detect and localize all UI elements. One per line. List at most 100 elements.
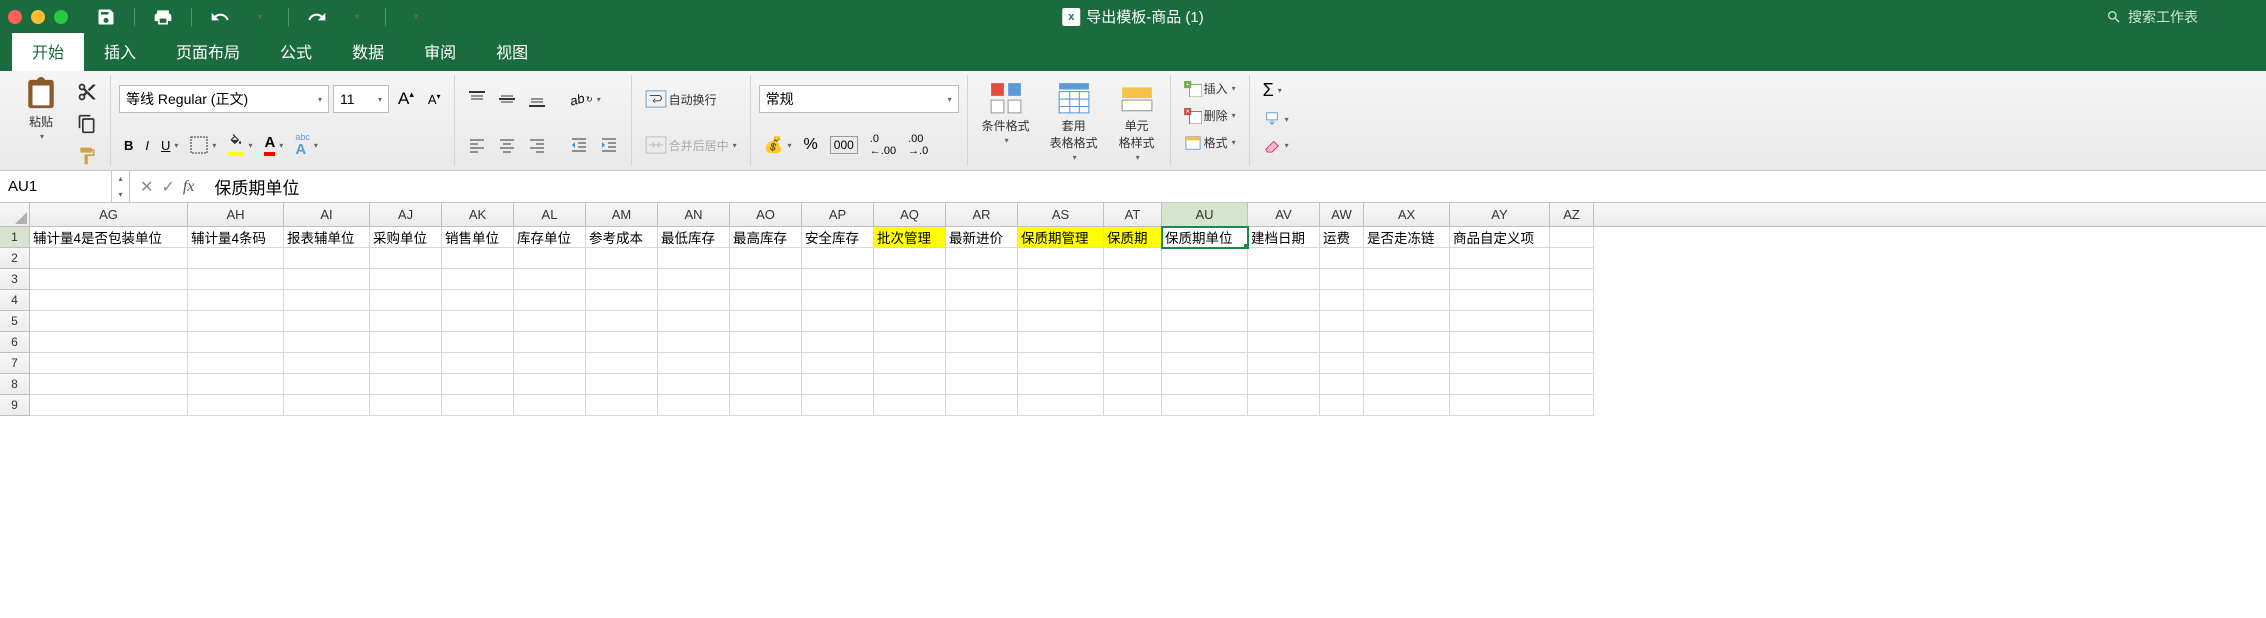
tab-审阅[interactable]: 审阅 (404, 31, 476, 71)
cell-AP1[interactable]: 安全库存 (802, 227, 874, 248)
cell-AZ3[interactable] (1550, 269, 1594, 290)
cell-AV2[interactable] (1248, 248, 1320, 269)
increase-decimal-button[interactable]: .0←.00 (865, 130, 901, 160)
cell-AL5[interactable] (514, 311, 586, 332)
cell-AG2[interactable] (30, 248, 188, 269)
column-header-AY[interactable]: AY (1450, 203, 1550, 226)
cell-AS3[interactable] (1018, 269, 1104, 290)
cell-AT7[interactable] (1104, 353, 1162, 374)
delete-cells-button[interactable]: ×删除▾ (1179, 104, 1241, 127)
enter-formula-button[interactable]: ✓ (161, 177, 174, 197)
decrease-indent-button[interactable] (565, 133, 593, 157)
cell-AU1[interactable]: 保质期单位 (1162, 227, 1248, 248)
cell-AL3[interactable] (514, 269, 586, 290)
cell-AQ7[interactable] (874, 353, 946, 374)
cell-AO3[interactable] (730, 269, 802, 290)
cell-AP4[interactable] (802, 290, 874, 311)
cell-AT8[interactable] (1104, 374, 1162, 395)
cell-AH4[interactable] (188, 290, 284, 311)
cell-AH6[interactable] (188, 332, 284, 353)
column-header-AJ[interactable]: AJ (370, 203, 442, 226)
cell-AN5[interactable] (658, 311, 730, 332)
cell-AG7[interactable] (30, 353, 188, 374)
cell-AU2[interactable] (1162, 248, 1248, 269)
column-header-AS[interactable]: AS (1018, 203, 1104, 226)
cell-AO1[interactable]: 最高库存 (730, 227, 802, 248)
cell-AX8[interactable] (1364, 374, 1450, 395)
number-format-combo[interactable]: 常规▾ (759, 85, 959, 113)
cell-AL6[interactable] (514, 332, 586, 353)
cell-AJ1[interactable]: 采购单位 (370, 227, 442, 248)
cell-AS7[interactable] (1018, 353, 1104, 374)
cell-AW5[interactable] (1320, 311, 1364, 332)
cell-AX2[interactable] (1364, 248, 1450, 269)
cell-AY8[interactable] (1450, 374, 1550, 395)
cell-AN2[interactable] (658, 248, 730, 269)
cell-AG8[interactable] (30, 374, 188, 395)
insert-cells-button[interactable]: +插入▾ (1179, 77, 1241, 100)
row-header-9[interactable]: 9 (0, 395, 30, 416)
tab-公式[interactable]: 公式 (260, 31, 332, 71)
fill-button[interactable]: ▾ (1258, 108, 1294, 130)
cell-AN8[interactable] (658, 374, 730, 395)
row-header-2[interactable]: 2 (0, 248, 30, 269)
cell-AR3[interactable] (946, 269, 1018, 290)
formula-input[interactable]: 保质期单位 (204, 171, 2266, 202)
cell-AW4[interactable] (1320, 290, 1364, 311)
cell-AQ2[interactable] (874, 248, 946, 269)
align-center-button[interactable] (493, 133, 521, 157)
cell-AP8[interactable] (802, 374, 874, 395)
cell-AZ5[interactable] (1550, 311, 1594, 332)
cell-AY7[interactable] (1450, 353, 1550, 374)
cell-AK6[interactable] (442, 332, 514, 353)
font-size-combo[interactable]: 11▾ (333, 85, 389, 113)
cell-AT1[interactable]: 保质期 (1104, 227, 1162, 248)
column-header-AK[interactable]: AK (442, 203, 514, 226)
cell-AX7[interactable] (1364, 353, 1450, 374)
cell-AI9[interactable] (284, 395, 370, 416)
cell-AL1[interactable]: 库存单位 (514, 227, 586, 248)
cell-AM4[interactable] (586, 290, 658, 311)
cell-AM7[interactable] (586, 353, 658, 374)
cell-AU5[interactable] (1162, 311, 1248, 332)
cell-AX9[interactable] (1364, 395, 1450, 416)
decrease-font-button[interactable]: A▾ (423, 89, 446, 110)
cell-AN6[interactable] (658, 332, 730, 353)
column-header-AI[interactable]: AI (284, 203, 370, 226)
cell-AG3[interactable] (30, 269, 188, 290)
cell-AW1[interactable]: 运费 (1320, 227, 1364, 248)
cell-AR2[interactable] (946, 248, 1018, 269)
cell-AH8[interactable] (188, 374, 284, 395)
row-header-4[interactable]: 4 (0, 290, 30, 311)
cell-AQ4[interactable] (874, 290, 946, 311)
cell-AO5[interactable] (730, 311, 802, 332)
cell-AW2[interactable] (1320, 248, 1364, 269)
fill-color-button[interactable]: ▾ (223, 131, 257, 159)
cell-AJ5[interactable] (370, 311, 442, 332)
cell-AI3[interactable] (284, 269, 370, 290)
cell-AU4[interactable] (1162, 290, 1248, 311)
cell-AY2[interactable] (1450, 248, 1550, 269)
cell-AU7[interactable] (1162, 353, 1248, 374)
format-as-table-button[interactable]: 套用 表格格式 ▾ (1044, 79, 1104, 164)
cell-AJ7[interactable] (370, 353, 442, 374)
cell-AL9[interactable] (514, 395, 586, 416)
italic-button[interactable]: I (140, 135, 154, 156)
cell-AN3[interactable] (658, 269, 730, 290)
cell-AN4[interactable] (658, 290, 730, 311)
cell-AR4[interactable] (946, 290, 1018, 311)
cell-AK8[interactable] (442, 374, 514, 395)
increase-font-button[interactable]: A▴ (393, 86, 419, 112)
qat-customize-icon[interactable]: ▾ (406, 7, 426, 27)
percent-button[interactable]: % (799, 133, 823, 157)
cell-AL7[interactable] (514, 353, 586, 374)
copy-button[interactable] (72, 111, 102, 137)
cell-AY5[interactable] (1450, 311, 1550, 332)
align-middle-button[interactable] (493, 87, 521, 111)
cell-AG1[interactable]: 辅计量4是否包装单位 (30, 227, 188, 248)
cell-styles-button[interactable]: 单元 格样式 ▾ (1112, 79, 1162, 164)
column-header-AH[interactable]: AH (188, 203, 284, 226)
cell-AS2[interactable] (1018, 248, 1104, 269)
row-header-5[interactable]: 5 (0, 311, 30, 332)
cell-AP3[interactable] (802, 269, 874, 290)
